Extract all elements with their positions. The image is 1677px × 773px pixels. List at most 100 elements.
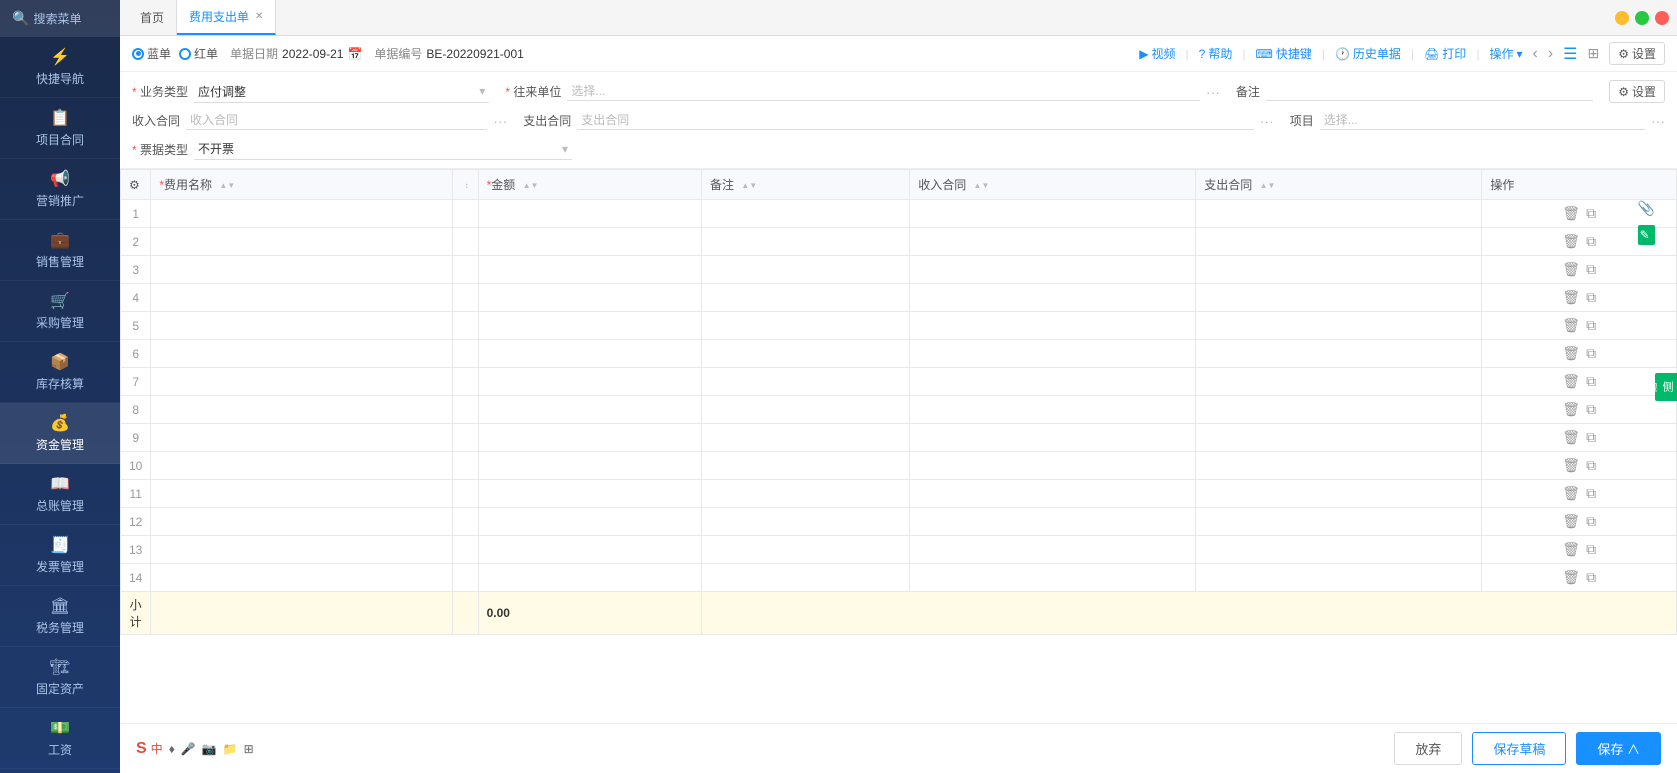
row-expense-contract-10[interactable] — [1196, 452, 1482, 480]
help-action[interactable]: ? 帮助 — [1199, 45, 1233, 62]
row-copy-10[interactable]: ⧉ — [1586, 457, 1596, 474]
row-remark-2[interactable] — [701, 228, 909, 256]
tab-expense-bill[interactable]: 费用支出单 ✕ — [177, 0, 276, 35]
row-copy-11[interactable]: ⧉ — [1586, 485, 1596, 502]
sidebar-item-project-contract[interactable]: 📋项目合同 — [0, 98, 120, 159]
row-delete-12[interactable]: 🗑 — [1562, 513, 1580, 530]
row-income-contract-2[interactable] — [910, 228, 1196, 256]
win-max-btn[interactable] — [1635, 11, 1649, 25]
row-expense-contract-13[interactable] — [1196, 536, 1482, 564]
row-income-contract-13[interactable] — [910, 536, 1196, 564]
sort-income-contract[interactable]: ▲▼ — [974, 181, 990, 190]
row-expense-name-13[interactable] — [151, 536, 452, 564]
row-expense-name-2[interactable] — [151, 228, 452, 256]
row-delete-3[interactable]: 🗑 — [1562, 261, 1580, 278]
row-expense-name-3[interactable] — [151, 256, 452, 284]
nav-prev-btn[interactable]: ‹ — [1532, 45, 1537, 63]
sidebar-item-invoice-mgmt[interactable]: 🧾发票管理 — [0, 525, 120, 586]
row-income-contract-5[interactable] — [910, 312, 1196, 340]
row-expense-contract-1[interactable] — [1196, 200, 1482, 228]
project-dots[interactable]: ··· — [1651, 113, 1665, 129]
sidebar-item-fixed-assets[interactable]: 🏗固定资产 — [0, 647, 120, 708]
row-delete-8[interactable]: 🗑 — [1562, 401, 1580, 418]
row-amount-6[interactable] — [478, 340, 701, 368]
row-copy-6[interactable]: ⧉ — [1586, 345, 1596, 362]
sidebar-item-marketing[interactable]: 📢营销推广 — [0, 159, 120, 220]
blue-bill-radio[interactable]: 蓝单 — [132, 45, 171, 62]
row-income-contract-4[interactable] — [910, 284, 1196, 312]
partner-dots[interactable]: ··· — [1206, 84, 1220, 100]
sidebar-item-ledger-mgmt[interactable]: 📖总账管理 — [0, 464, 120, 525]
row-expense-contract-3[interactable] — [1196, 256, 1482, 284]
row-expense-contract-6[interactable] — [1196, 340, 1482, 368]
row-copy-4[interactable]: ⧉ — [1586, 289, 1596, 306]
sort-expense-contract[interactable]: ▲▼ — [1260, 181, 1276, 190]
row-amount-8[interactable] — [478, 396, 701, 424]
row-expense-contract-2[interactable] — [1196, 228, 1482, 256]
row-remark-13[interactable] — [701, 536, 909, 564]
row-remark-12[interactable] — [701, 508, 909, 536]
income-contract-dots[interactable]: ··· — [493, 113, 507, 129]
sidebar-item-sales-mgmt[interactable]: 💼销售管理 — [0, 220, 120, 281]
row-remark-14[interactable] — [701, 564, 909, 592]
shortcut-action[interactable]: ⌨ 快捷键 — [1256, 45, 1312, 62]
row-expense-name-8[interactable] — [151, 396, 452, 424]
row-remark-3[interactable] — [701, 256, 909, 284]
row-expense-name-1[interactable] — [151, 200, 452, 228]
row-delete-10[interactable]: 🗑 — [1562, 457, 1580, 474]
row-expense-contract-8[interactable] — [1196, 396, 1482, 424]
expense-contract-dots[interactable]: ··· — [1260, 113, 1274, 129]
row-remark-10[interactable] — [701, 452, 909, 480]
row-expense-contract-14[interactable] — [1196, 564, 1482, 592]
row-remark-11[interactable] — [701, 480, 909, 508]
row-delete-9[interactable]: 🗑 — [1562, 429, 1580, 446]
row-delete-11[interactable]: 🗑 — [1562, 485, 1580, 502]
row-income-contract-7[interactable] — [910, 368, 1196, 396]
row-remark-1[interactable] — [701, 200, 909, 228]
red-bill-radio[interactable]: 红单 — [179, 45, 218, 62]
expense-contract-input[interactable] — [577, 111, 1253, 130]
row-income-contract-1[interactable] — [910, 200, 1196, 228]
win-close-btn[interactable] — [1655, 11, 1669, 25]
biz-type-select[interactable]: 应付调整 ▾ — [194, 81, 489, 103]
partner-input[interactable] — [567, 82, 1200, 101]
row-delete-6[interactable]: 🗑 — [1562, 345, 1580, 362]
sidebar-item-purchase-mgmt[interactable]: 🛒采购管理 — [0, 281, 120, 342]
row-copy-12[interactable]: ⧉ — [1586, 513, 1596, 530]
row-income-contract-3[interactable] — [910, 256, 1196, 284]
sidebar-item-biz-mgmt[interactable]: 📊经营管理 — [0, 769, 120, 773]
row-amount-14[interactable] — [478, 564, 701, 592]
nav-next-btn[interactable]: › — [1548, 45, 1553, 63]
row-expense-contract-5[interactable] — [1196, 312, 1482, 340]
remark-input[interactable] — [1266, 82, 1593, 101]
row-delete-13[interactable]: 🗑 — [1562, 541, 1580, 558]
settings-button[interactable]: ⚙ 设置 — [1609, 42, 1665, 65]
right-icon-2[interactable]: ✎ — [1638, 225, 1655, 245]
row-copy-8[interactable]: ⧉ — [1586, 401, 1596, 418]
row-remark-8[interactable] — [701, 396, 909, 424]
operations-action[interactable]: 操作 ▾ — [1489, 45, 1522, 62]
row-expense-name-14[interactable] — [151, 564, 452, 592]
row-amount-13[interactable] — [478, 536, 701, 564]
view-list-icon[interactable]: ☰ — [1563, 44, 1577, 64]
row-delete-4[interactable]: 🗑 — [1562, 289, 1580, 306]
sort-expense-name[interactable]: ▲▼ — [219, 181, 235, 190]
row-expense-contract-12[interactable] — [1196, 508, 1482, 536]
row-amount-4[interactable] — [478, 284, 701, 312]
sidebar-item-capital-mgmt[interactable]: 💰资金管理 — [0, 403, 120, 464]
row-expense-contract-9[interactable] — [1196, 424, 1482, 452]
history-action[interactable]: 🕐 历史单据 — [1335, 45, 1401, 62]
row-copy-9[interactable]: ⧉ — [1586, 429, 1596, 446]
row-copy-14[interactable]: ⧉ — [1586, 569, 1596, 586]
floating-panel[interactable]: 侧边栏 — [1655, 373, 1677, 401]
invoice-type-select[interactable]: 不开票 ▾ — [194, 138, 572, 160]
sidebar-item-quick-nav[interactable]: ⚡快捷导航 — [0, 37, 120, 98]
row-remark-9[interactable] — [701, 424, 909, 452]
row-amount-1[interactable] — [478, 200, 701, 228]
view-grid-icon[interactable]: ⊞ — [1587, 45, 1599, 62]
row-amount-11[interactable] — [478, 480, 701, 508]
sidebar-item-salary[interactable]: 💵工资 — [0, 708, 120, 769]
row-remark-7[interactable] — [701, 368, 909, 396]
row-expense-contract-7[interactable] — [1196, 368, 1482, 396]
save-draft-button[interactable]: 保存草稿 — [1472, 732, 1566, 765]
